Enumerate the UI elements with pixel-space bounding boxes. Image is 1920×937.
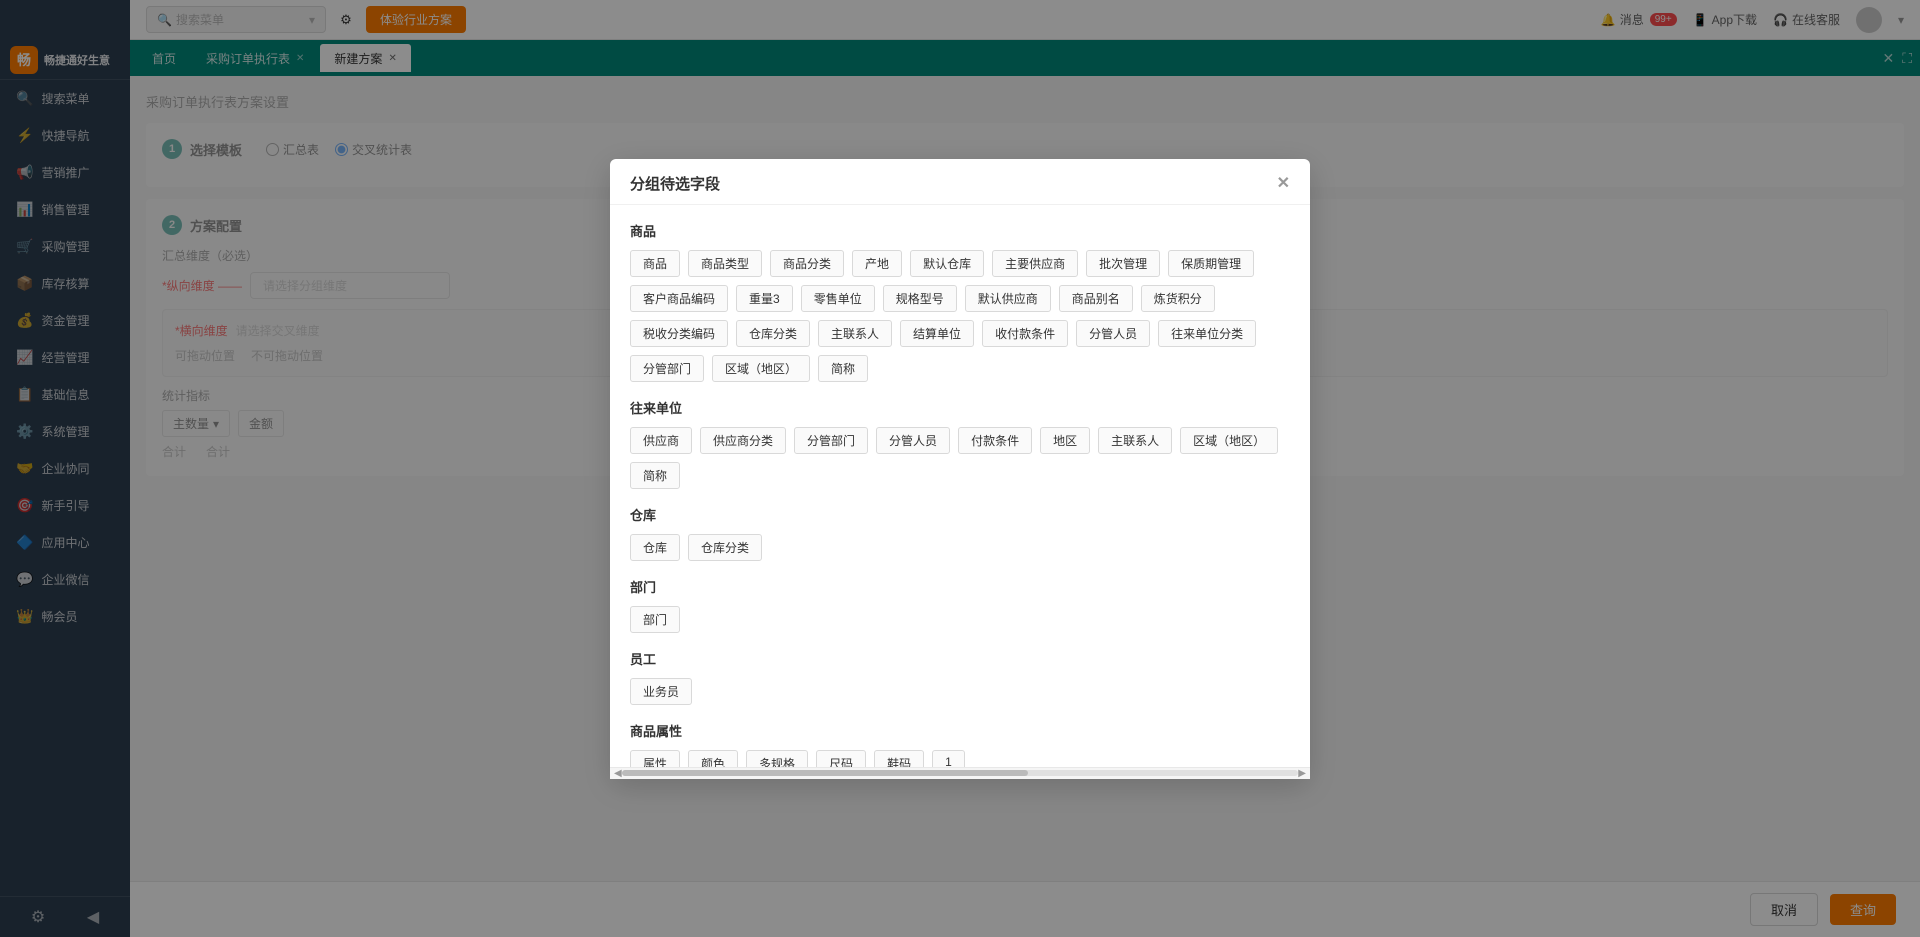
section-title-warehouse: 仓库 <box>630 505 1290 524</box>
field-tag-多规格[interactable]: 多规格 <box>746 750 808 767</box>
field-tag-颜色[interactable]: 颜色 <box>688 750 738 767</box>
field-tag-零售单位[interactable]: 零售单位 <box>801 285 875 312</box>
modal-overlay: 分组待选字段 ✕ 商品商品商品类型商品分类产地默认仓库主要供应商批次管理保质期管… <box>0 0 1920 937</box>
field-tag-商品分类[interactable]: 商品分类 <box>770 250 844 277</box>
modal-close-button[interactable]: ✕ <box>1277 173 1290 193</box>
modal-header: 分组待选字段 ✕ <box>610 159 1310 205</box>
field-tag-简称[interactable]: 简称 <box>630 462 680 489</box>
section-title-goods: 商品 <box>630 221 1290 240</box>
field-tag-分管人员[interactable]: 分管人员 <box>876 427 950 454</box>
field-tag-供应商分类[interactable]: 供应商分类 <box>700 427 786 454</box>
field-tag-属性[interactable]: 属性 <box>630 750 680 767</box>
field-tag-规格型号[interactable]: 规格型号 <box>883 285 957 312</box>
modal-horizontal-scrollbar[interactable]: ◀ ▶ <box>610 767 1310 779</box>
field-tag-往来单位分类[interactable]: 往来单位分类 <box>1158 320 1256 347</box>
modal-body: 商品商品商品类型商品分类产地默认仓库主要供应商批次管理保质期管理客户商品编码重量… <box>610 205 1310 767</box>
field-tags-employee: 业务员 <box>630 678 1290 705</box>
field-tag-保质期管理[interactable]: 保质期管理 <box>1168 250 1254 277</box>
scroll-thumb[interactable] <box>622 770 1028 776</box>
field-tag-鞋码[interactable]: 鞋码 <box>874 750 924 767</box>
field-tag-区域（地区）[interactable]: 区域（地区） <box>1180 427 1278 454</box>
field-tag-主联系人[interactable]: 主联系人 <box>818 320 892 347</box>
field-tag-商品[interactable]: 商品 <box>630 250 680 277</box>
section-title-employee: 员工 <box>630 649 1290 668</box>
field-tag-商品类型[interactable]: 商品类型 <box>688 250 762 277</box>
field-tag-仓库[interactable]: 仓库 <box>630 534 680 561</box>
field-tag-仓库分类[interactable]: 仓库分类 <box>688 534 762 561</box>
section-title-partner: 往来单位 <box>630 398 1290 417</box>
field-tag-主联系人[interactable]: 主联系人 <box>1098 427 1172 454</box>
field-tag-业务员[interactable]: 业务员 <box>630 678 692 705</box>
section-title-goods_attr: 商品属性 <box>630 721 1290 740</box>
field-tag-商品别名[interactable]: 商品别名 <box>1059 285 1133 312</box>
field-tag-产地[interactable]: 产地 <box>852 250 902 277</box>
field-tag-默认仓库[interactable]: 默认仓库 <box>910 250 984 277</box>
scroll-left-icon[interactable]: ◀ <box>614 768 622 779</box>
field-tag-分管部门[interactable]: 分管部门 <box>630 355 704 382</box>
field-picker-modal: 分组待选字段 ✕ 商品商品商品类型商品分类产地默认仓库主要供应商批次管理保质期管… <box>610 159 1310 779</box>
field-tag-批次管理[interactable]: 批次管理 <box>1086 250 1160 277</box>
field-tag-付款条件[interactable]: 付款条件 <box>958 427 1032 454</box>
field-tags-goods: 商品商品类型商品分类产地默认仓库主要供应商批次管理保质期管理客户商品编码重量3 零… <box>630 250 1290 382</box>
field-tag-简称[interactable]: 简称 <box>818 355 868 382</box>
field-tag-客户商品编码[interactable]: 客户商品编码 <box>630 285 728 312</box>
field-tags-partner: 供应商供应商分类分管部门分管人员付款条件地区主联系人区域（地区） 简称 <box>630 427 1290 489</box>
field-tags-warehouse: 仓库仓库分类 <box>630 534 1290 561</box>
field-tag-结算单位[interactable]: 结算单位 <box>900 320 974 347</box>
field-tag-地区[interactable]: 地区 <box>1040 427 1090 454</box>
field-tag-收付款条件[interactable]: 收付款条件 <box>982 320 1068 347</box>
field-tag-仓库分类[interactable]: 仓库分类 <box>736 320 810 347</box>
field-tag-1[interactable]: 1 <box>932 750 965 767</box>
field-tag-默认供应商[interactable]: 默认供应商 <box>965 285 1051 312</box>
field-tag-尺码[interactable]: 尺码 <box>816 750 866 767</box>
scroll-right-icon[interactable]: ▶ <box>1298 768 1306 779</box>
field-tag-分管部门[interactable]: 分管部门 <box>794 427 868 454</box>
field-tags-department: 部门 <box>630 606 1290 633</box>
field-tag-重量3[interactable]: 重量3 <box>736 285 793 312</box>
scroll-track[interactable] <box>622 770 1299 776</box>
field-tag-炼货积分[interactable]: 炼货积分 <box>1141 285 1215 312</box>
field-tag-供应商[interactable]: 供应商 <box>630 427 692 454</box>
modal-title: 分组待选字段 <box>630 173 720 194</box>
field-tag-税收分类编码[interactable]: 税收分类编码 <box>630 320 728 347</box>
section-title-department: 部门 <box>630 577 1290 596</box>
field-tag-分管人员[interactable]: 分管人员 <box>1076 320 1150 347</box>
field-tag-区域（地区）[interactable]: 区域（地区） <box>712 355 810 382</box>
field-tags-goods_attr: 属性颜色多规格尺码鞋码 1 <box>630 750 1290 767</box>
field-tag-部门[interactable]: 部门 <box>630 606 680 633</box>
field-tag-主要供应商[interactable]: 主要供应商 <box>992 250 1078 277</box>
